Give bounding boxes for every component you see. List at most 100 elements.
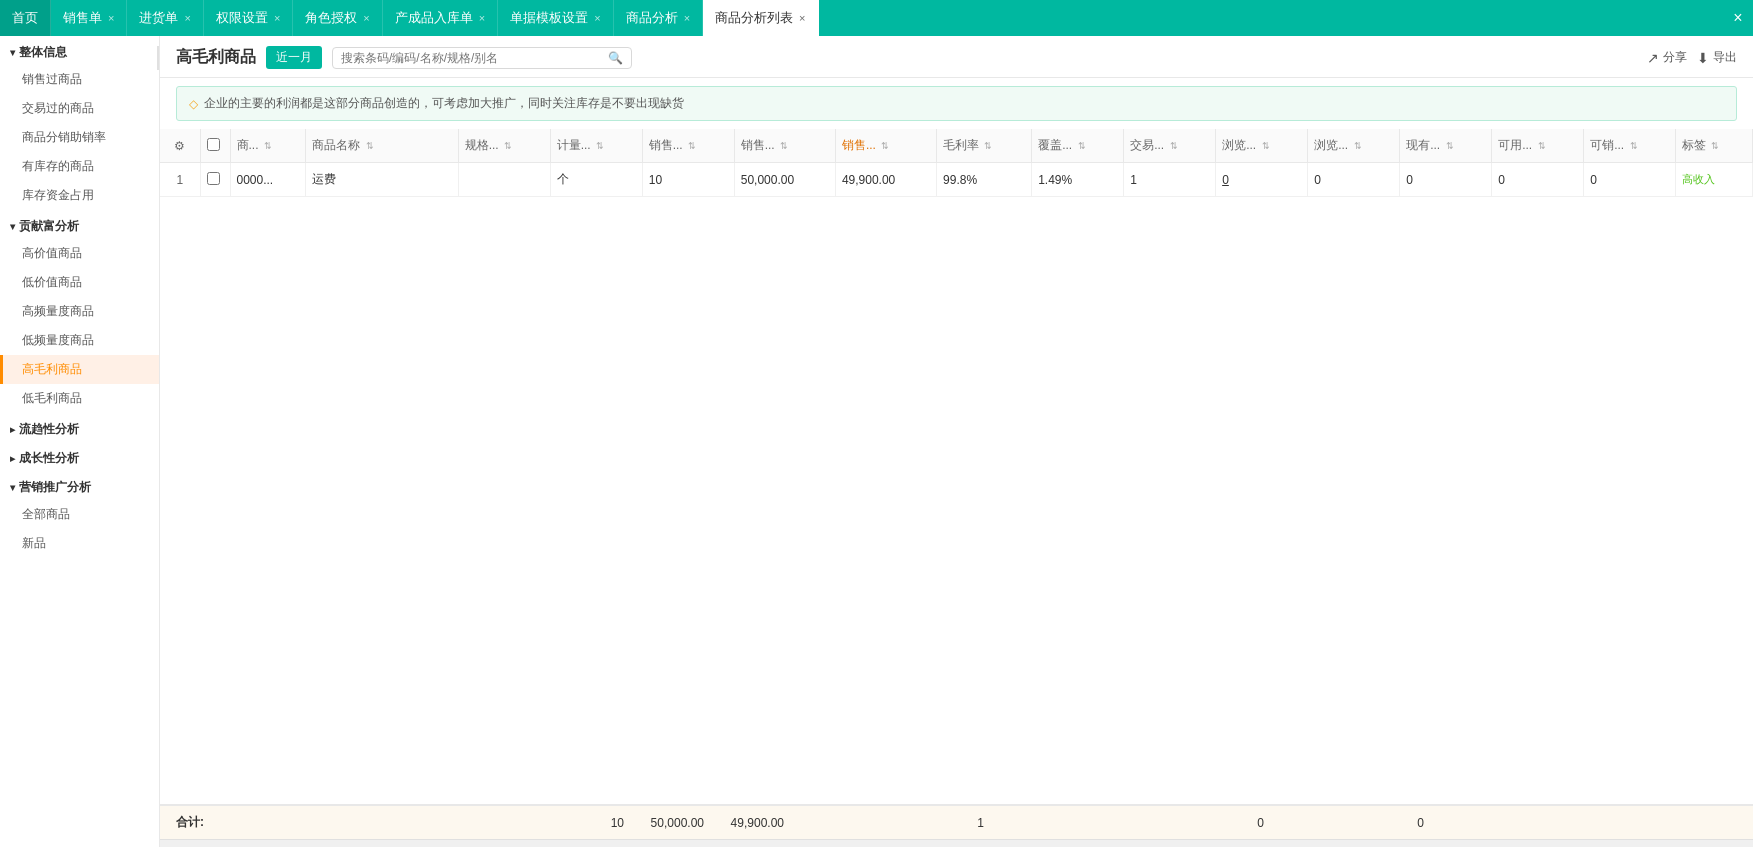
cell-spec (458, 163, 550, 197)
table-container[interactable]: ⚙ 商... ⇅ 商品名称 ⇅ (160, 129, 1753, 804)
search-icon[interactable]: 🔍 (608, 51, 623, 65)
cell-saleable: 0 (1584, 163, 1676, 197)
nav-tab-template-settings[interactable]: 单据模板设置 × (498, 0, 613, 36)
filter-recent-month-button[interactable]: 近一月 (266, 46, 322, 69)
horizontal-scrollbar[interactable] (160, 839, 1753, 847)
cell-row-num: 1 (160, 163, 200, 197)
footer-saleable: 0 (1354, 816, 1434, 830)
share-button[interactable]: ↗ 分享 (1647, 49, 1687, 66)
cell-code: 0000... (230, 163, 306, 197)
col-unit[interactable]: 计量... ⇅ (550, 129, 642, 163)
close-template-icon[interactable]: × (594, 12, 600, 24)
col-settings[interactable]: ⚙ (160, 129, 200, 163)
col-browse1[interactable]: 浏览... ⇅ (1216, 129, 1308, 163)
arrow-wealth-icon: ▾ (10, 221, 15, 232)
close-sales-order-icon[interactable]: × (108, 12, 114, 24)
top-nav: 首页 销售单 × 进货单 × 权限设置 × 角色授权 × 产成品入库单 × 单据… (0, 0, 1753, 36)
sidebar-item-sales-goods[interactable]: 销售过商品 (0, 65, 159, 94)
products-table: ⚙ 商... ⇅ 商品名称 ⇅ (160, 129, 1753, 197)
nav-tab-product-entry[interactable]: 产成品入库单 × (383, 0, 498, 36)
col-transaction[interactable]: 交易... ⇅ (1124, 129, 1216, 163)
footer-sales-qty: 10 (554, 816, 634, 830)
sort-stock-icon: ⇅ (1446, 141, 1454, 151)
select-all-checkbox[interactable] (207, 138, 220, 151)
sidebar-item-low-margin[interactable]: 低毛利商品 (0, 384, 159, 413)
sort-browse2-icon: ⇅ (1354, 141, 1362, 151)
col-available[interactable]: 可用... ⇅ (1492, 129, 1584, 163)
sidebar-group-trend[interactable]: ▸ 流趋性分析 (0, 413, 159, 442)
export-button[interactable]: ⬇ 导出 (1697, 49, 1737, 66)
col-spec[interactable]: 规格... ⇅ (458, 129, 550, 163)
sidebar-item-low-freq[interactable]: 低频量度商品 (0, 326, 159, 355)
info-banner: ◇ 企业的主要的利润都是这部分商品创造的，可考虑加大推广，同时关注库存是不要出现… (176, 86, 1737, 121)
cell-transaction: 1 (1124, 163, 1216, 197)
nav-tab-sales-order[interactable]: 销售单 × (51, 0, 127, 36)
arrow-growth-icon: ▸ (10, 453, 15, 464)
sidebar-item-sales-assist[interactable]: 商品分销助销率 (0, 123, 159, 152)
sidebar-item-traded-goods[interactable]: 交易过的商品 (0, 94, 159, 123)
nav-tab-role-auth[interactable]: 角色授权 × (293, 0, 382, 36)
sidebar-item-inventory-capital[interactable]: 库存资金占用 (0, 181, 159, 210)
cell-checkbox (200, 163, 230, 197)
sort-saleable-icon: ⇅ (1630, 141, 1638, 151)
col-saleable[interactable]: 可销... ⇅ (1584, 129, 1676, 163)
sort-spec-icon: ⇅ (504, 141, 512, 151)
sidebar-item-low-value[interactable]: 低价值商品 (0, 268, 159, 297)
close-role-icon[interactable]: × (363, 12, 369, 24)
cell-unit: 个 (550, 163, 642, 197)
cell-available: 0 (1492, 163, 1584, 197)
col-sales-cost[interactable]: 销售... ⇅ (835, 129, 936, 163)
sidebar-group-wealth[interactable]: ▾ 贡献富分析 (0, 210, 159, 239)
sidebar-item-all-goods[interactable]: 全部商品 (0, 500, 159, 529)
cell-tag: 高收入 (1676, 163, 1753, 197)
cell-browse2: 0 (1308, 163, 1400, 197)
cell-browse1[interactable]: 0 (1216, 163, 1308, 197)
footer-totals: 合计: 10 50,000.00 49,900.00 1 0 0 (160, 804, 1753, 839)
sidebar-group-marketing[interactable]: ▾ 营销推广分析 (0, 471, 159, 500)
footer-sales-cost: 49,900.00 (714, 816, 794, 830)
sidebar-item-high-freq[interactable]: 高频量度商品 (0, 297, 159, 326)
close-analysis-list-icon[interactable]: × (799, 12, 805, 24)
sidebar-item-high-margin[interactable]: 高毛利商品 (0, 355, 159, 384)
sidebar-group-growth[interactable]: ▸ 成长性分析 (0, 442, 159, 471)
sidebar-item-new-goods[interactable]: 新品 (0, 529, 159, 558)
col-tag[interactable]: 标签 ⇅ (1676, 129, 1753, 163)
nav-tab-permission-settings[interactable]: 权限设置 × (204, 0, 293, 36)
nav-tab-product-analysis-list[interactable]: 商品分析列表 × (703, 0, 818, 36)
cell-sales-qty: 10 (642, 163, 734, 197)
cell-sales-cost: 49,900.00 (835, 163, 936, 197)
nav-tab-purchase-order[interactable]: 进货单 × (127, 0, 203, 36)
footer-sales-amount: 50,000.00 (634, 816, 714, 830)
nav-tab-home[interactable]: 首页 (0, 0, 51, 36)
sidebar-group-overall[interactable]: ▾ 整体信息 (0, 36, 159, 65)
col-coverage[interactable]: 覆盖... ⇅ (1032, 129, 1124, 163)
col-sales-qty[interactable]: 销售... ⇅ (642, 129, 734, 163)
col-code[interactable]: 商... ⇅ (230, 129, 306, 163)
row-checkbox[interactable] (207, 172, 220, 185)
sidebar-item-high-value[interactable]: 高价值商品 (0, 239, 159, 268)
col-browse2[interactable]: 浏览... ⇅ (1308, 129, 1400, 163)
col-name[interactable]: 商品名称 ⇅ (306, 129, 458, 163)
arrow-overall-icon: ▾ (10, 47, 15, 58)
search-input[interactable] (341, 51, 608, 65)
col-sales-amount[interactable]: 销售... ⇅ (734, 129, 835, 163)
nav-tab-product-analysis[interactable]: 商品分析 × (614, 0, 703, 36)
sort-sales-amount-icon: ⇅ (780, 141, 788, 151)
search-wrapper: 🔍 (332, 47, 632, 69)
close-permission-icon[interactable]: × (274, 12, 280, 24)
col-margin-rate[interactable]: 毛利率 ⇅ (937, 129, 1032, 163)
sort-code-icon: ⇅ (264, 141, 272, 151)
cell-name: 运费 (306, 163, 458, 197)
sidebar-item-stocked-goods[interactable]: 有库存的商品 (0, 152, 159, 181)
cell-margin-rate: 99.8% (937, 163, 1032, 197)
footer-label: 合计: (176, 814, 204, 831)
close-product-entry-icon[interactable]: × (479, 12, 485, 24)
close-all-tabs-button[interactable]: × (1723, 0, 1753, 36)
footer-current-stock: 0 (1194, 816, 1274, 830)
close-purchase-order-icon[interactable]: × (184, 12, 190, 24)
close-analysis-icon[interactable]: × (684, 12, 690, 24)
sort-available-icon: ⇅ (1538, 141, 1546, 151)
col-current-stock[interactable]: 现有... ⇅ (1400, 129, 1492, 163)
sidebar: « ▾ 整体信息 销售过商品 交易过的商品 商品分销助销率 有库存的商品 库存资… (0, 36, 160, 847)
sidebar-collapse-button[interactable]: « (157, 46, 160, 70)
